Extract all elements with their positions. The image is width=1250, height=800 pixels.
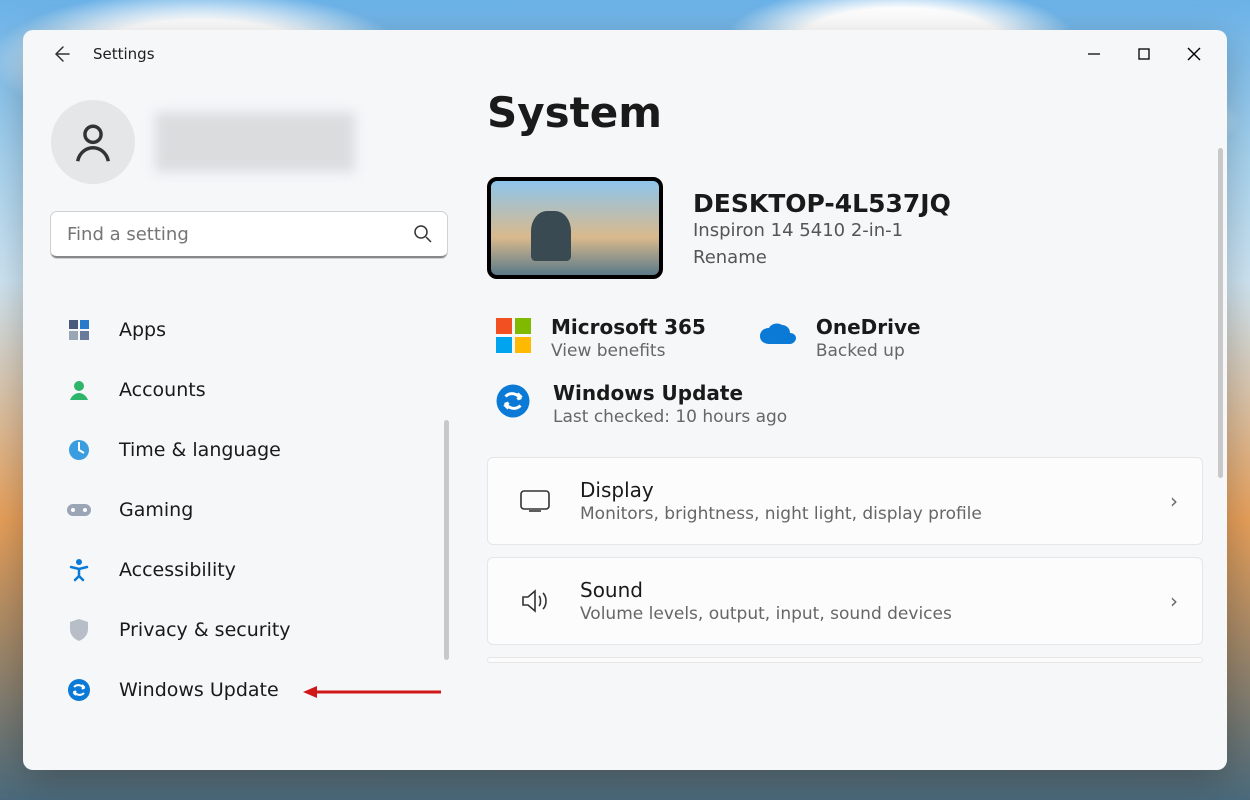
tile-title: Windows Update bbox=[553, 381, 787, 405]
sound-icon bbox=[512, 588, 558, 614]
sidebar-item-apps[interactable]: Apps bbox=[51, 304, 463, 356]
sidebar-item-time-language[interactable]: Time & language bbox=[51, 424, 463, 476]
card-display[interactable]: Display Monitors, brightness, night ligh… bbox=[487, 457, 1203, 545]
display-icon bbox=[512, 490, 558, 512]
card-title: Display bbox=[580, 478, 982, 502]
search-box[interactable] bbox=[51, 212, 447, 258]
window-title: Settings bbox=[93, 45, 155, 63]
sidebar: Apps Accounts Time & language Gaming Acc… bbox=[23, 78, 463, 770]
accessibility-icon bbox=[65, 556, 93, 584]
tile-onedrive[interactable]: OneDrive Backed up bbox=[752, 309, 927, 367]
window-controls bbox=[1069, 34, 1219, 74]
device-name: DESKTOP-4L537JQ bbox=[693, 189, 951, 218]
tile-subtitle: Backed up bbox=[816, 341, 921, 361]
shield-icon bbox=[65, 616, 93, 644]
tile-windows-update[interactable]: Windows Update Last checked: 10 hours ag… bbox=[493, 381, 1203, 427]
microsoft-logo-icon bbox=[493, 315, 533, 355]
desktop-thumbnail[interactable] bbox=[487, 177, 663, 279]
user-profile[interactable] bbox=[51, 100, 463, 184]
rename-link[interactable]: Rename bbox=[693, 247, 951, 268]
nav-label: Time & language bbox=[119, 439, 281, 461]
close-button[interactable] bbox=[1169, 34, 1219, 74]
titlebar: Settings bbox=[23, 30, 1227, 78]
update-icon bbox=[65, 676, 93, 704]
nav-label: Privacy & security bbox=[119, 619, 291, 641]
search-icon bbox=[413, 224, 433, 248]
update-circle-icon bbox=[493, 381, 533, 421]
card-sound[interactable]: Sound Volume levels, output, input, soun… bbox=[487, 557, 1203, 645]
content-scrollbar[interactable] bbox=[1218, 148, 1223, 478]
sidebar-scrollbar[interactable] bbox=[444, 420, 449, 660]
tile-title: OneDrive bbox=[816, 315, 921, 339]
accounts-icon bbox=[65, 376, 93, 404]
sidebar-item-gaming[interactable]: Gaming bbox=[51, 484, 463, 536]
card-subtitle: Monitors, brightness, night light, displ… bbox=[580, 504, 982, 524]
device-summary: DESKTOP-4L537JQ Inspiron 14 5410 2-in-1 … bbox=[487, 177, 1203, 279]
nav-label: Accessibility bbox=[119, 559, 236, 581]
card-title: Sound bbox=[580, 578, 952, 602]
card-subtitle: Volume levels, output, input, sound devi… bbox=[580, 604, 952, 624]
sidebar-item-accessibility[interactable]: Accessibility bbox=[51, 544, 463, 596]
globe-clock-icon bbox=[65, 436, 93, 464]
device-model: Inspiron 14 5410 2-in-1 bbox=[693, 220, 951, 241]
chevron-right-icon: › bbox=[1170, 489, 1178, 513]
tile-title: Microsoft 365 bbox=[551, 315, 706, 339]
user-name-redacted bbox=[155, 112, 355, 172]
nav-list: Apps Accounts Time & language Gaming Acc… bbox=[51, 304, 463, 716]
annotation-arrow bbox=[301, 682, 451, 706]
card-partial bbox=[487, 657, 1203, 663]
tile-subtitle: View benefits bbox=[551, 341, 706, 361]
person-icon bbox=[70, 119, 116, 165]
gamepad-icon bbox=[65, 496, 93, 524]
settings-window: Settings Apps bbox=[23, 30, 1227, 770]
sidebar-item-accounts[interactable]: Accounts bbox=[51, 364, 463, 416]
back-arrow-icon bbox=[51, 44, 71, 64]
nav-label: Accounts bbox=[119, 379, 206, 401]
nav-label: Windows Update bbox=[119, 679, 279, 701]
chevron-right-icon: › bbox=[1170, 589, 1178, 613]
avatar bbox=[51, 100, 135, 184]
search-input[interactable] bbox=[51, 212, 447, 258]
apps-icon bbox=[65, 316, 93, 344]
back-button[interactable] bbox=[43, 36, 79, 72]
tile-microsoft-365[interactable]: Microsoft 365 View benefits bbox=[487, 309, 712, 367]
tile-subtitle: Last checked: 10 hours ago bbox=[553, 407, 787, 427]
content-area: System DESKTOP-4L537JQ Inspiron 14 5410 … bbox=[463, 78, 1227, 770]
minimize-button[interactable] bbox=[1069, 34, 1119, 74]
onedrive-icon bbox=[758, 315, 798, 355]
nav-label: Apps bbox=[119, 319, 166, 341]
maximize-button[interactable] bbox=[1119, 34, 1169, 74]
nav-label: Gaming bbox=[119, 499, 193, 521]
sidebar-item-privacy-security[interactable]: Privacy & security bbox=[51, 604, 463, 656]
page-title: System bbox=[487, 88, 1203, 137]
